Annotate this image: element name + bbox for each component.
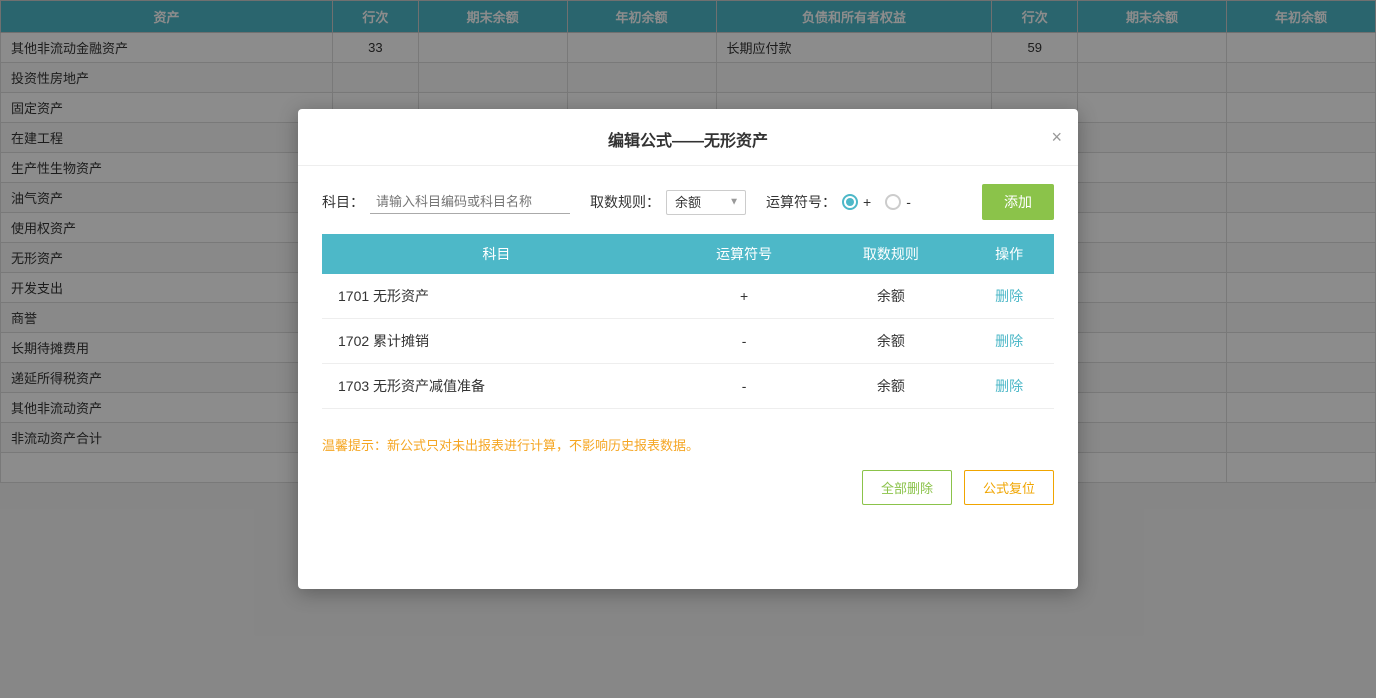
modal-header: 编辑公式——无形资产 × <box>298 109 1078 166</box>
subject-input[interactable] <box>370 190 570 214</box>
form-row: 科目： 取数规则： 余额 借方 贷方 借方发生额 贷方发生额 ▼ 运算符号 <box>298 166 1078 234</box>
radio-minus-label: - <box>906 194 911 210</box>
add-button[interactable]: 添加 <box>982 184 1054 220</box>
modal-cell-action-2: 删除 <box>964 364 1054 409</box>
modal-table-row: 1703 无形资产减值准备-余额 删除 <box>322 364 1054 409</box>
warning-text: 温馨提示：新公式只对未出报表进行计算，不影响历史报表数据。 <box>298 425 1078 470</box>
radio-minus[interactable]: - <box>885 194 911 210</box>
delete-link-0[interactable]: 删除 <box>995 288 1023 304</box>
modal-table-row: 1702 累计摊销-余额 删除 <box>322 319 1054 364</box>
modal-cell-subject-2: 1703 无形资产减值准备 <box>322 364 671 409</box>
modal-title: 编辑公式——无形资产 <box>608 133 768 150</box>
modal-overlay: 编辑公式——无形资产 × 科目： 取数规则： 余额 借方 贷方 借方发生额 贷方… <box>0 0 1376 698</box>
radio-minus-circle <box>885 194 901 210</box>
rule-group: 取数规则： 余额 借方 贷方 借方发生额 贷方发生额 ▼ <box>590 190 746 215</box>
operator-label: 运算符号： <box>766 192 836 212</box>
modal-close-button[interactable]: × <box>1051 128 1062 146</box>
modal-cell-operator-2: - <box>671 364 818 409</box>
modal-cell-rule-2: 余额 <box>817 364 964 409</box>
rule-select[interactable]: 余额 借方 贷方 借方发生额 贷方发生额 <box>666 190 746 215</box>
modal-cell-operator-1: - <box>671 319 818 364</box>
modal-cell-action-1: 删除 <box>964 319 1054 364</box>
modal-th-subject: 科目 <box>322 234 671 274</box>
edit-formula-modal: 编辑公式——无形资产 × 科目： 取数规则： 余额 借方 贷方 借方发生额 贷方… <box>298 109 1078 589</box>
operator-radio-group: + - <box>842 194 911 210</box>
modal-footer: 全部删除 公式复位 <box>298 470 1078 505</box>
subject-group: 科目： <box>322 190 570 214</box>
modal-cell-rule-1: 余额 <box>817 319 964 364</box>
delete-link-2[interactable]: 删除 <box>995 378 1023 394</box>
operator-group: 运算符号： + - <box>766 192 911 212</box>
modal-th-action: 操作 <box>964 234 1054 274</box>
radio-plus[interactable]: + <box>842 194 871 210</box>
modal-table-wrapper: 科目 运算符号 取数规则 操作 1701 无形资产+余额删除1702 累计摊销-… <box>322 234 1054 409</box>
modal-table-row: 1701 无形资产+余额 删除 <box>322 274 1054 319</box>
modal-cell-action-0: 删除 <box>964 274 1054 319</box>
modal-th-operator: 运算符号 <box>671 234 818 274</box>
rule-label: 取数规则： <box>590 192 660 212</box>
reset-formula-button[interactable]: 公式复位 <box>964 470 1054 505</box>
modal-cell-subject-1: 1702 累计摊销 <box>322 319 671 364</box>
radio-plus-circle <box>842 194 858 210</box>
delete-link-1[interactable]: 删除 <box>995 333 1023 349</box>
delete-all-button[interactable]: 全部删除 <box>862 470 952 505</box>
rule-select-wrapper: 余额 借方 贷方 借方发生额 贷方发生额 ▼ <box>666 190 746 215</box>
modal-cell-subject-0: 1701 无形资产 <box>322 274 671 319</box>
modal-cell-operator-0: + <box>671 274 818 319</box>
subject-label: 科目： <box>322 192 364 212</box>
modal-cell-rule-0: 余额 <box>817 274 964 319</box>
modal-th-rule: 取数规则 <box>817 234 964 274</box>
radio-plus-label: + <box>863 194 871 210</box>
modal-table: 科目 运算符号 取数规则 操作 1701 无形资产+余额删除1702 累计摊销-… <box>322 234 1054 409</box>
